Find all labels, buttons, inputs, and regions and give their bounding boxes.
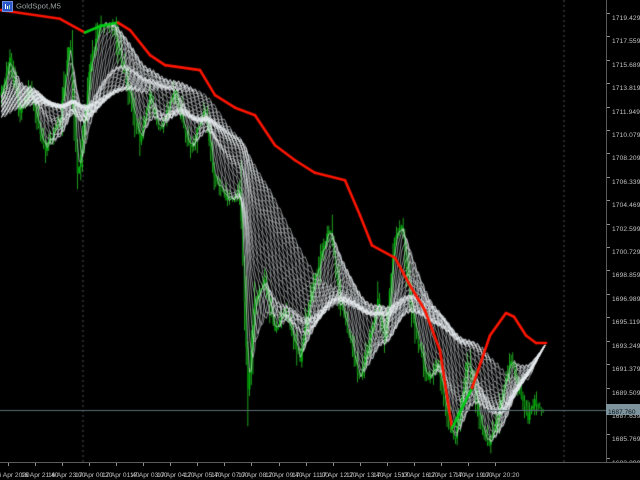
time-tick-mark [279, 463, 280, 466]
time-tick-mark [495, 463, 496, 466]
time-tick-mark [251, 463, 252, 466]
price-tick-mark [607, 247, 610, 248]
price-tick-mark [607, 177, 610, 178]
time-tick-mark [197, 463, 198, 466]
price-tick-label: 1719.429 [612, 14, 640, 22]
price-tick-mark [607, 130, 610, 131]
price-tick-label: 1698.859 [612, 271, 640, 280]
price-tick-mark [607, 224, 610, 225]
price-tick-label: 1708.209 [612, 154, 640, 162]
price-axis[interactable]: 1719.429 1717.559 1715.689 1713.819 1711.949… [606, 0, 640, 466]
time-tick-mark [333, 463, 334, 466]
price-tick-mark [607, 341, 610, 342]
price-tick-mark [607, 36, 610, 37]
price-tick-label: 1689.509 [612, 388, 640, 397]
price-tick-mark [607, 388, 610, 389]
price-tick-mark [607, 107, 610, 108]
time-axis[interactable]: 16 Apr 202016 Apr 21:4016 Apr 23:0017 Ap… [0, 462, 640, 480]
time-tick-mark [143, 463, 144, 466]
bid-price-badge: 1687.760 [606, 404, 640, 417]
price-tick-mark [607, 60, 610, 61]
price-tick-label: 1685.769 [612, 435, 640, 443]
price-tick-mark [607, 434, 610, 435]
time-tick-mark [414, 463, 415, 466]
price-tick-mark [607, 83, 610, 84]
price-tick-mark [607, 153, 610, 154]
price-tick-mark [607, 364, 610, 365]
price-tick-label: 1691.379 [612, 365, 640, 373]
time-tick-mark [62, 463, 63, 466]
time-tick-mark [89, 463, 90, 466]
price-tick-label: 1717.559 [612, 37, 640, 45]
price-tick-mark [607, 317, 610, 318]
price-tick-label: 1704.469 [612, 201, 640, 209]
time-tick-mark [387, 463, 388, 466]
price-tick-mark [607, 270, 610, 271]
time-tick-mark [8, 463, 9, 466]
price-tick-mark [607, 13, 610, 14]
time-tick-mark [116, 463, 117, 466]
price-tick-label: 1700.729 [612, 248, 640, 256]
time-tick-mark [224, 463, 225, 466]
price-tick-label: 1695.119 [612, 318, 640, 326]
time-tick-mark [35, 463, 36, 466]
chart-canvas[interactable] [0, 0, 606, 462]
time-tick-label: 17 Apr 20:20 [481, 471, 520, 479]
price-tick-label: 1710.079 [612, 131, 640, 139]
time-tick-mark [306, 463, 307, 466]
price-tick-mark [607, 294, 610, 295]
price-tick-label: 1702.599 [612, 225, 640, 233]
time-tick-mark [360, 463, 361, 466]
time-tick-mark [170, 463, 171, 466]
price-tick-label: 1715.689 [612, 61, 640, 69]
time-tick-mark [468, 463, 469, 466]
price-tick-label: 1713.819 [612, 84, 640, 92]
price-tick-mark [607, 458, 610, 459]
bid-price-value: 1687.760 [608, 408, 636, 417]
price-tick-label: 1696.989 [612, 295, 640, 303]
symbol-label-text: GoldSpot,M5 [16, 1, 61, 11]
price-tick-label: 1711.949 [612, 107, 640, 116]
price-tick-mark [607, 200, 610, 201]
time-tick-mark [441, 463, 442, 466]
mt4-chart-window: GoldSpot,M5 1719.429 1717.559 1715.689 1713… [0, 0, 640, 480]
symbol-timeframe-label: GoldSpot,M5 [2, 1, 80, 12]
chart-window-icon [2, 1, 13, 12]
price-tick-label: 1706.339 [612, 178, 640, 186]
price-tick-label: 1693.249 [612, 342, 640, 350]
